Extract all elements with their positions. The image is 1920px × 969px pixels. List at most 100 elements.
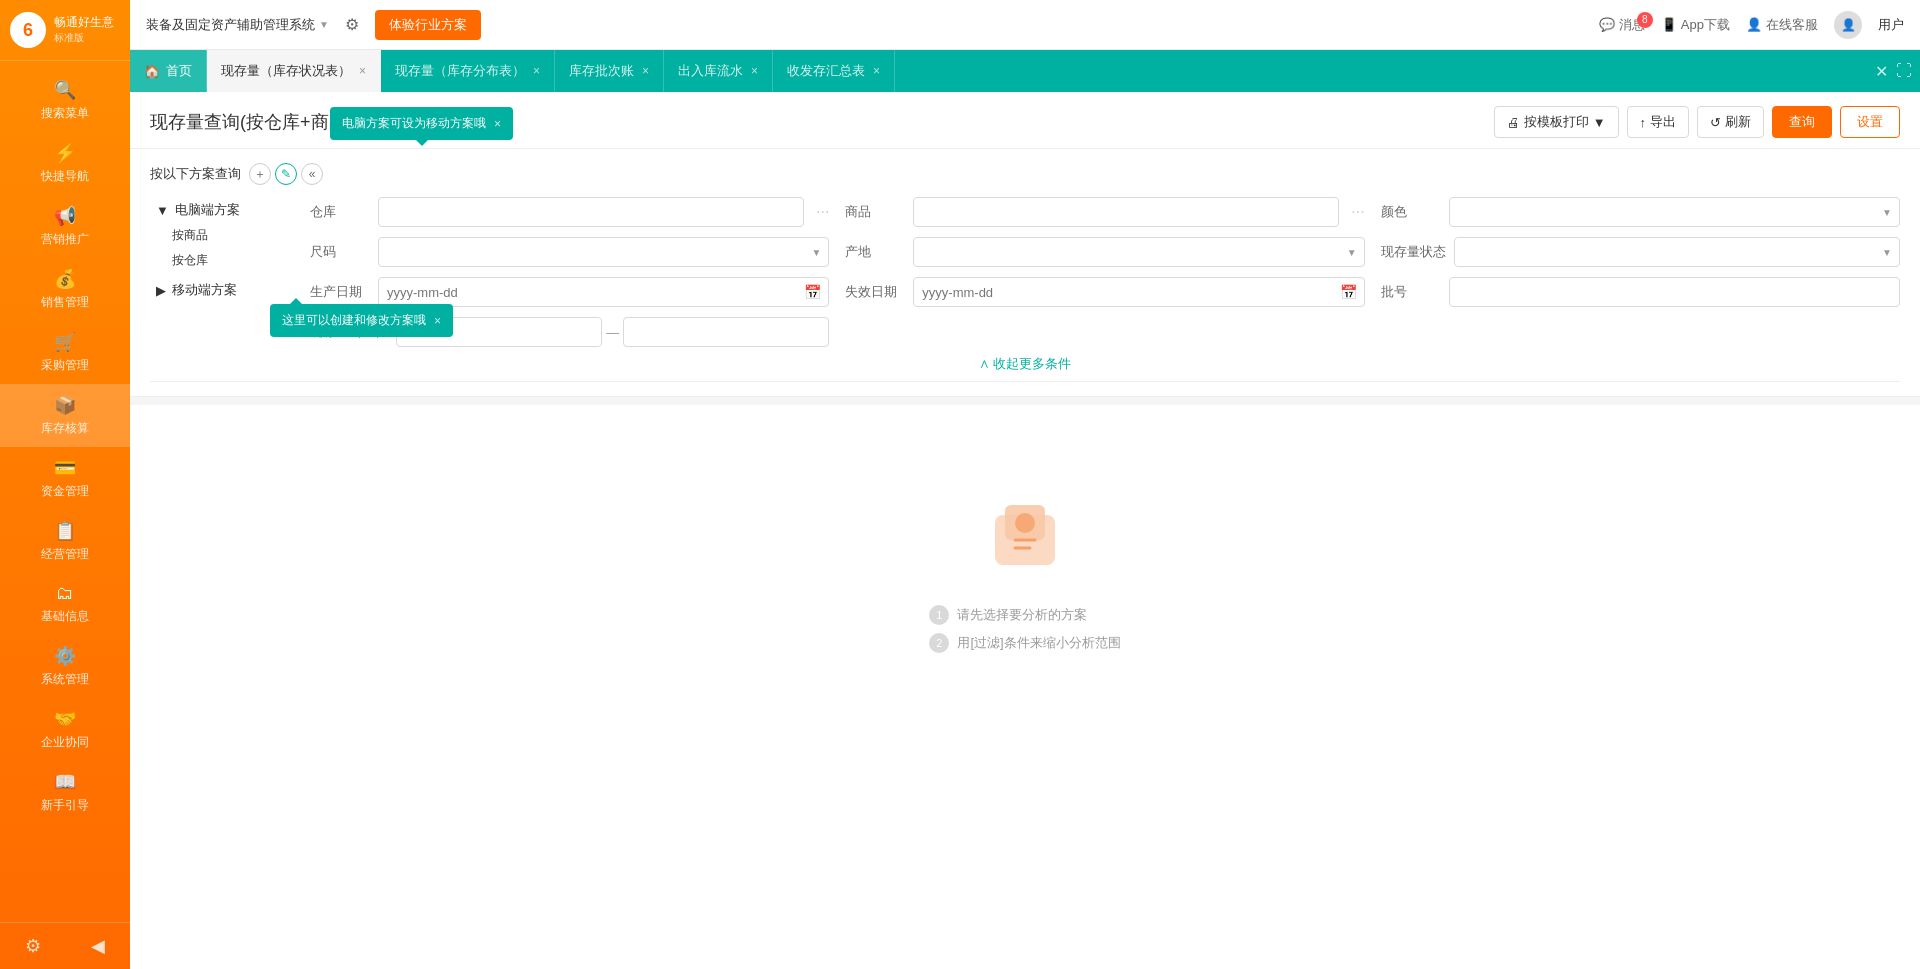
goods-dots[interactable]: ···	[1351, 203, 1364, 221]
system-name: 装备及固定资产辅助管理系统	[146, 16, 315, 34]
expiry-date-wrap: 📅	[913, 277, 1364, 307]
sidebar-item-enterprise[interactable]: 🤝 企业协同	[0, 698, 130, 761]
stock-status-select-wrap: ▼	[1454, 237, 1900, 267]
sidebar-item-label: 新手引导	[41, 797, 89, 814]
color-select[interactable]	[1449, 197, 1900, 227]
filter-add-btn[interactable]: ＋	[249, 163, 271, 185]
sidebar-item-finance[interactable]: 💳 资金管理	[0, 447, 130, 510]
collapse-label: 收起更多条件	[993, 356, 1071, 371]
production-date-input[interactable]	[378, 277, 829, 307]
chevron-down-icon: ▼	[156, 203, 169, 218]
tab-expand-icon[interactable]: ⛶	[1896, 62, 1912, 80]
sidebar-item-inventory[interactable]: 📦 库存核算	[0, 384, 130, 447]
collapse-bar[interactable]: ∧ 收起更多条件	[150, 347, 1900, 382]
sidebar-item-guide[interactable]: 📖 新手引导	[0, 761, 130, 824]
tab-in-out-label: 出入库流水	[678, 62, 743, 80]
scheme-group-desktop-header[interactable]: ▼ 电脑端方案	[150, 197, 298, 223]
sidebar-item-basic-info[interactable]: 🗂 基础信息	[0, 573, 130, 635]
sidebar-item-label: 系统管理	[41, 671, 89, 688]
color-label: 颜色	[1381, 203, 1441, 221]
tab-close-all-icon[interactable]: ✕	[1875, 62, 1888, 81]
export-btn[interactable]: ↑ 导出	[1627, 106, 1690, 138]
sidebar-item-label: 快捷导航	[41, 168, 89, 185]
system-selector[interactable]: 装备及固定资产辅助管理系统 ▼	[146, 16, 329, 34]
filter-label: 按以下方案查询	[150, 165, 241, 183]
scheme-item-warehouse[interactable]: 按仓库	[150, 248, 298, 273]
sidebar-item-search-menu[interactable]: 🔍 搜索菜单	[0, 69, 130, 132]
print-btn[interactable]: 🖨 按模板打印 ▼	[1494, 106, 1619, 138]
expiry-date-input[interactable]	[913, 277, 1364, 307]
sidebar-item-operations[interactable]: 📋 经营管理	[0, 510, 130, 573]
empty-illustration	[975, 485, 1075, 585]
stock-status-select[interactable]	[1454, 237, 1900, 267]
filter-edit-btn[interactable]: ✎	[275, 163, 297, 185]
system-selector-arrow: ▼	[319, 19, 329, 30]
tab-collect-summary-close[interactable]: ×	[873, 64, 880, 78]
phone-icon: 📱	[1661, 17, 1677, 32]
tab-stock-batch[interactable]: 库存批次账 ×	[555, 50, 664, 92]
filter-field-size: 尺码 ▼	[310, 237, 829, 267]
footer-settings-btn[interactable]: ⚙	[25, 935, 41, 957]
reset-btn[interactable]: 设置	[1840, 106, 1900, 138]
filter-back-btn[interactable]: «	[301, 163, 323, 185]
sidebar-item-purchase[interactable]: 🛒 采购管理	[0, 321, 130, 384]
enterprise-icon: 🤝	[54, 708, 76, 730]
empty-step-2: 2 用[过滤]条件来缩小分析范围	[929, 633, 1120, 653]
tab-in-out[interactable]: 出入库流水 ×	[664, 50, 773, 92]
section-divider	[130, 397, 1920, 405]
warehouse-dots[interactable]: ···	[816, 203, 829, 221]
system-icon: ⚙️	[54, 645, 76, 667]
sidebar-item-marketing[interactable]: 📢 营销推广	[0, 195, 130, 258]
inventory-icon: 📦	[54, 394, 76, 416]
tooltip1-close[interactable]: ×	[494, 117, 501, 131]
trial-btn[interactable]: 体验行业方案	[375, 10, 481, 40]
origin-select-wrap: ▼	[913, 237, 1364, 267]
origin-select[interactable]	[913, 237, 1364, 267]
tab-collect-summary[interactable]: 收发存汇总表 ×	[773, 50, 895, 92]
tab-stock-dist-close[interactable]: ×	[533, 64, 540, 78]
warehouse-input[interactable]	[378, 197, 804, 227]
page-title: 现存量查询(按仓库+商品)	[150, 110, 353, 134]
search-menu-icon: 🔍	[54, 79, 76, 101]
chevron-right-icon: ▶	[156, 283, 166, 298]
tab-stock-status-close[interactable]: ×	[359, 64, 366, 78]
tab-stock-status[interactable]: 现存量（库存状况表） ×	[207, 50, 381, 92]
username-label[interactable]: 用户	[1878, 16, 1904, 34]
sidebar-item-label: 采购管理	[41, 357, 89, 374]
sidebar-item-system[interactable]: ⚙️ 系统管理	[0, 635, 130, 698]
search-btn[interactable]: 查询	[1772, 106, 1832, 138]
refresh-btn[interactable]: ↺ 刷新	[1697, 106, 1764, 138]
tab-stock-batch-close[interactable]: ×	[642, 64, 649, 78]
online-service-btn[interactable]: 👤 在线客服	[1746, 16, 1818, 34]
scheme-group-mobile-header[interactable]: ▶ 移动端方案	[150, 277, 298, 303]
header-settings-icon[interactable]: ⚙	[345, 15, 359, 34]
app-download-btn[interactable]: 📱 App下载	[1661, 16, 1730, 34]
logo-badge: 标准版	[54, 31, 114, 45]
tab-in-out-close[interactable]: ×	[751, 64, 758, 78]
batch-no-input[interactable]	[1449, 277, 1900, 307]
tab-stock-dist-label: 现存量（库存分布表）	[395, 62, 525, 80]
refresh-label: 刷新	[1725, 113, 1751, 131]
export-label: 导出	[1650, 113, 1676, 131]
origin-label: 产地	[845, 243, 905, 261]
tooltip2-text: 这里可以创建和修改方案哦	[282, 312, 426, 329]
footer-collapse-btn[interactable]: ◀	[91, 935, 105, 957]
sidebar-item-sales[interactable]: 💰 销售管理	[0, 258, 130, 321]
tab-stock-batch-label: 库存批次账	[569, 62, 634, 80]
sidebar-item-label: 搜索菜单	[41, 105, 89, 122]
sidebar-item-quick-nav[interactable]: ⚡ 快捷导航	[0, 132, 130, 195]
scheme-sidebar: 这里可以创建和修改方案哦 × ▼ 电脑端方案 按商品 按仓库	[150, 197, 310, 347]
service-icon: 👤	[1746, 17, 1762, 32]
stock-main-max[interactable]	[623, 317, 829, 347]
message-btn[interactable]: 💬 消息 8	[1599, 16, 1645, 34]
tab-stock-dist[interactable]: 现存量（库存分布表） ×	[381, 50, 555, 92]
scheme-item-goods[interactable]: 按商品	[150, 223, 298, 248]
size-select[interactable]	[378, 237, 829, 267]
step-1-text: 请先选择要分析的方案	[957, 606, 1087, 624]
sidebar-logo: 6 畅通好生意 标准版	[0, 0, 130, 61]
tooltip2-close[interactable]: ×	[434, 314, 441, 328]
online-service-label: 在线客服	[1766, 16, 1818, 34]
tab-home[interactable]: 🏠 首页	[130, 50, 207, 92]
goods-input[interactable]	[913, 197, 1339, 227]
color-select-wrap: ▼	[1449, 197, 1900, 227]
